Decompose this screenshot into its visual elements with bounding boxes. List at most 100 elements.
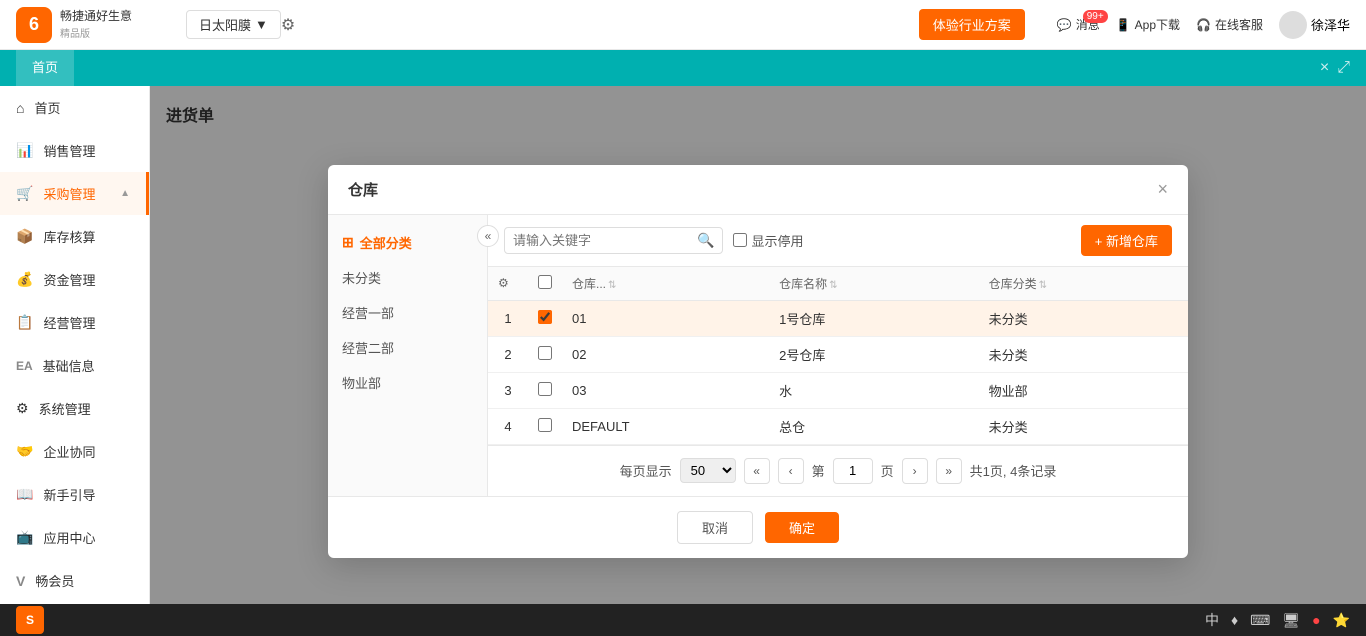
sidebar-item-enterprise[interactable]: 🤝 企业协同 [0, 430, 149, 473]
sidebar-item-system[interactable]: ⚙ 系统管理 [0, 387, 149, 430]
store-selector[interactable]: 日太阳膜 ▼ [186, 10, 281, 39]
col-category-header[interactable]: 仓库分类⇅ [979, 267, 1188, 301]
logo-area: 6 畅捷通好生意 精品版 [16, 7, 166, 43]
bottom-icon-monitor[interactable]: 🖥 [1282, 612, 1300, 629]
show-disabled-checkbox[interactable] [733, 233, 747, 247]
logo-icon: 6 [16, 7, 52, 43]
table-area: 🔍 显示停用 + 新增仓库 [488, 215, 1188, 496]
row-category: 未分类 [979, 336, 1188, 372]
next-page-button[interactable]: › [902, 458, 928, 484]
basic-info-icon: EA [16, 359, 33, 373]
table-row[interactable]: 4 DEFAULT 总仓 未分类 [488, 408, 1188, 444]
page-number-input[interactable] [833, 458, 873, 484]
first-page-button[interactable]: « [744, 458, 770, 484]
header-actions: 体验行业方案 💬 消息 99+ 📱 App下载 🎧 在线客服 徐泽华 [919, 9, 1350, 40]
search-input[interactable] [513, 233, 693, 248]
search-icon[interactable]: 🔍 [697, 232, 714, 249]
user-name: 徐泽华 [1311, 15, 1350, 34]
category-all-header[interactable]: ⊞ 全部分类 [328, 225, 487, 260]
row-check[interactable] [528, 372, 562, 408]
row-check[interactable] [528, 336, 562, 372]
table-row[interactable]: 3 03 水 物业部 [488, 372, 1188, 408]
warehouse-table: ⚙ 仓库...⇅ 仓库名 [488, 267, 1188, 445]
sidebar-item-finance[interactable]: 💰 资金管理 [0, 258, 149, 301]
add-warehouse-button[interactable]: + 新增仓库 [1081, 225, 1172, 256]
category-all-label: 全部分类 [360, 233, 412, 252]
sidebar-label-purchase: 采购管理 [43, 184, 95, 203]
category-sidebar: ⊞ 全部分类 « 未分类 经营一部 经营二部 [328, 215, 488, 496]
modal-overlay: 仓库 × ⊞ 全部分类 « 未分类 [150, 86, 1366, 636]
page-content: 进货单 仓库 × ⊞ 全部分类 « [150, 86, 1366, 636]
bottom-icon-diamond[interactable]: ♦ [1231, 612, 1238, 628]
enterprise-icon: 🤝 [16, 443, 33, 460]
table-row[interactable]: 2 02 2号仓库 未分类 [488, 336, 1188, 372]
sidebar-item-home[interactable]: ⌂ 首页 [0, 86, 149, 129]
per-page-select[interactable]: 50 10 20 100 [680, 458, 736, 483]
service-label: 在线客服 [1215, 16, 1263, 33]
cancel-button[interactable]: 取消 [677, 511, 753, 544]
inventory-icon: 📦 [16, 228, 33, 245]
finance-icon: 💰 [16, 271, 33, 288]
gear-button[interactable]: ⚙ [281, 15, 295, 35]
chevron-down-icon: ▼ [255, 17, 268, 32]
bottom-icon-star[interactable]: ⭐ [1333, 612, 1350, 629]
row-category: 未分类 [979, 300, 1188, 336]
collapse-button[interactable]: « [477, 225, 499, 247]
home-icon: ⌂ [16, 100, 24, 116]
bottom-icon-circle[interactable]: ● [1312, 612, 1320, 628]
customer-service-item[interactable]: 🎧 在线客服 [1196, 16, 1263, 33]
sub-tab-home[interactable]: 首页 [16, 50, 74, 86]
row-check[interactable] [528, 300, 562, 336]
row-check[interactable] [528, 408, 562, 444]
sidebar-item-operations[interactable]: 📋 经营管理 [0, 301, 149, 344]
col-code-header[interactable]: 仓库...⇅ [562, 267, 769, 301]
page-suffix: 页 [881, 461, 894, 480]
sort-icon-category: ⇅ [1039, 280, 1047, 291]
user-info[interactable]: 徐泽华 [1279, 11, 1350, 39]
logo-text: 畅捷通好生意 [60, 9, 132, 25]
message-icon-item[interactable]: 💬 消息 99+ [1057, 16, 1100, 33]
modal-close-button[interactable]: × [1157, 179, 1168, 200]
row-category: 未分类 [979, 408, 1188, 444]
expand-button[interactable]: ⤢ [1337, 59, 1350, 77]
confirm-button[interactable]: 确定 [765, 512, 839, 543]
sidebar-item-purchase[interactable]: 🛒 采购管理 ▲ [0, 172, 149, 215]
main-layout: ⌂ 首页 📊 销售管理 🛒 采购管理 ▲ 📦 库存核算 💰 资金管理 📋 经营管… [0, 86, 1366, 636]
col-name-header[interactable]: 仓库名称⇅ [769, 267, 978, 301]
sort-icon-code: ⇅ [608, 280, 616, 291]
sidebar-item-guide[interactable]: 📖 新手引导 [0, 473, 149, 516]
col-setting[interactable]: ⚙ [488, 267, 528, 301]
warehouse-modal: 仓库 × ⊞ 全部分类 « 未分类 [328, 165, 1188, 558]
select-all-checkbox[interactable] [538, 275, 552, 289]
sidebar-item-vip[interactable]: V 畅会员 [0, 559, 149, 602]
experience-button[interactable]: 体验行业方案 [919, 9, 1025, 40]
bottom-icon-keyboard[interactable]: ⌨ [1250, 612, 1270, 629]
row-category: 物业部 [979, 372, 1188, 408]
sidebar-item-basic-info[interactable]: EA 基础信息 [0, 344, 149, 387]
store-name: 日太阳膜 [199, 15, 251, 34]
category-item-property[interactable]: 物业部 [328, 365, 487, 400]
app-label: App下载 [1135, 16, 1180, 33]
sidebar-label-operations: 经营管理 [43, 313, 95, 332]
last-page-button[interactable]: » [936, 458, 962, 484]
row-num: 4 [488, 408, 528, 444]
category-item-ops2[interactable]: 经营二部 [328, 330, 487, 365]
bottom-icon-zh[interactable]: 中 [1205, 610, 1219, 630]
avatar [1279, 11, 1307, 39]
sidebar-label-vip: 畅会员 [35, 571, 74, 590]
sidebar-item-sales[interactable]: 📊 销售管理 [0, 129, 149, 172]
sidebar-label-app-center: 应用中心 [43, 528, 95, 547]
table-row[interactable]: 1 01 1号仓库 未分类 [488, 300, 1188, 336]
sidebar-item-inventory[interactable]: 📦 库存核算 [0, 215, 149, 258]
page-label: 第 [812, 461, 825, 480]
close-tab-button[interactable]: × [1320, 59, 1329, 77]
show-disabled-label[interactable]: 显示停用 [733, 231, 803, 250]
prev-page-button[interactable]: ‹ [778, 458, 804, 484]
category-item-uncategorized[interactable]: 未分类 [328, 260, 487, 295]
header-icon-group: 💬 消息 99+ 📱 App下载 🎧 在线客服 徐泽华 [1057, 11, 1350, 39]
app-download-item[interactable]: 📱 App下载 [1116, 16, 1180, 33]
category-item-ops1[interactable]: 经营一部 [328, 295, 487, 330]
grid-icon: ⊞ [342, 234, 354, 251]
sidebar-label-sales: 销售管理 [43, 141, 95, 160]
sidebar-item-app-center[interactable]: 📺 应用中心 [0, 516, 149, 559]
